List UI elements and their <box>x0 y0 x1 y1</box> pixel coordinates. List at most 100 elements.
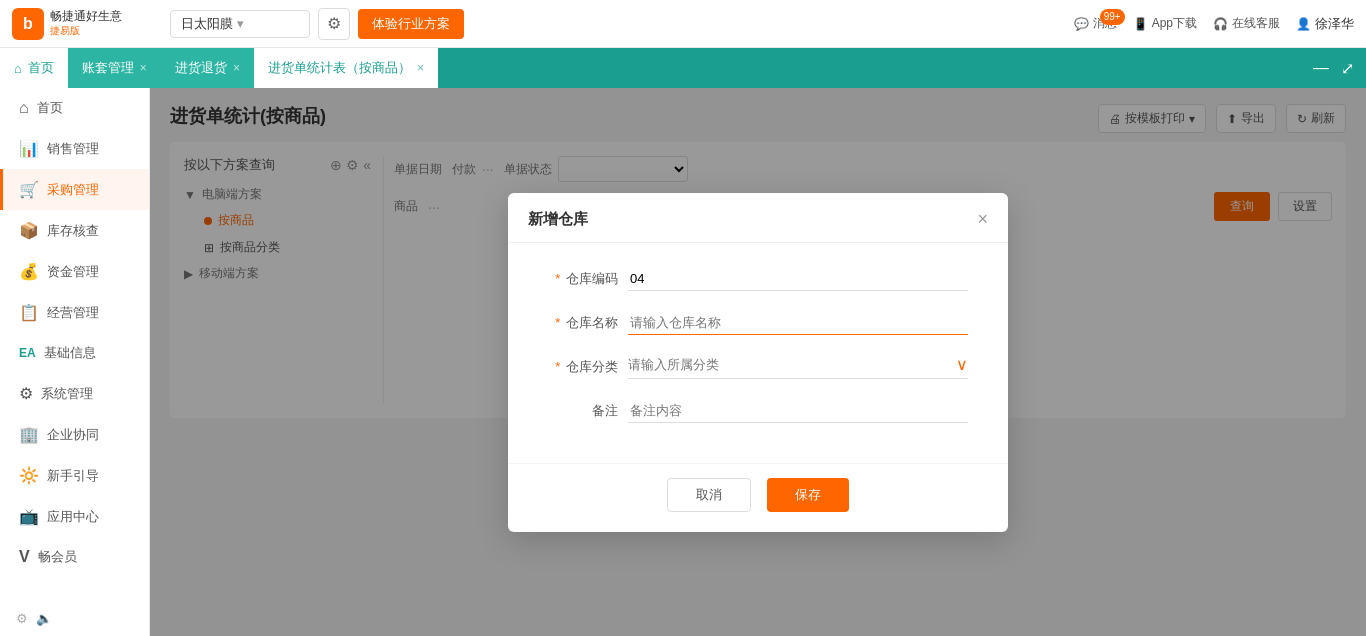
sidebar-item-purchase[interactable]: 🛒 采购管理 <box>0 169 149 210</box>
remark-label-text: 备注 <box>592 403 618 418</box>
category-required-mark: * <box>555 359 560 374</box>
sidebar-item-basic[interactable]: EA 基础信息 <box>0 333 149 373</box>
message-icon: 💬 <box>1074 17 1089 31</box>
sidebar-settings-icon: ⚙ <box>16 611 28 626</box>
tab-bar: ⌂ 首页 账套管理 × 进货退货 × 进货单统计表（按商品） × — ⤢ <box>0 48 1366 88</box>
user-name: 徐泽华 <box>1315 15 1354 33</box>
store-dropdown-arrow: ▾ <box>237 16 244 31</box>
message-badge: 99+ <box>1100 9 1125 25</box>
apps-icon: 📺 <box>19 507 39 526</box>
purchase-icon: 🛒 <box>19 180 39 199</box>
sidebar-item-member[interactable]: V 畅会员 <box>0 537 149 577</box>
name-required-mark: * <box>555 315 560 330</box>
phone-icon: 📱 <box>1133 17 1148 31</box>
home-sidebar-icon: ⌂ <box>19 99 29 117</box>
logo-area: b 畅捷通好生意 捷易版 <box>12 8 162 40</box>
add-warehouse-dialog: 新增仓库 × * 仓库编码 * <box>508 193 1008 532</box>
sidebar-item-guide-label: 新手引导 <box>47 467 99 485</box>
sidebar-item-finance-label: 资金管理 <box>47 263 99 281</box>
tab-account-label: 账套管理 <box>82 59 134 77</box>
sidebar-item-system[interactable]: ⚙ 系统管理 <box>0 373 149 414</box>
sidebar-bottom-settings[interactable]: ⚙ 🔈 <box>0 601 149 636</box>
tab-home[interactable]: ⌂ 首页 <box>0 48 68 88</box>
tab-minimize-button[interactable]: — <box>1309 55 1333 81</box>
tab-account[interactable]: 账套管理 × <box>68 48 161 88</box>
name-label-text: 仓库名称 <box>566 315 618 330</box>
dialog-body: * 仓库编码 * 仓库名称 <box>508 243 1008 463</box>
sidebar-item-home-label: 首页 <box>37 99 63 117</box>
category-label: * 仓库分类 <box>548 358 628 376</box>
trial-button[interactable]: 体验行业方案 <box>358 9 464 39</box>
category-dropdown-arrow[interactable]: ∨ <box>956 355 968 374</box>
tab-purchase-stats[interactable]: 进货单统计表（按商品） × <box>254 48 438 88</box>
sidebar-item-system-label: 系统管理 <box>41 385 93 403</box>
enterprise-icon: 🏢 <box>19 425 39 444</box>
sidebar-item-member-label: 畅会员 <box>38 548 77 566</box>
online-service-label: 在线客服 <box>1232 15 1280 32</box>
sidebar-item-enterprise[interactable]: 🏢 企业协同 <box>0 414 149 455</box>
sidebar-item-operations[interactable]: 📋 经营管理 <box>0 292 149 333</box>
category-select-row: ∨ <box>628 355 968 379</box>
app-download-label: App下载 <box>1152 15 1197 32</box>
tab-purchase-return-label: 进货退货 <box>175 59 227 77</box>
remark-label: 备注 <box>548 402 628 420</box>
tab-maximize-button[interactable]: ⤢ <box>1337 55 1358 82</box>
tab-account-close[interactable]: × <box>140 61 147 75</box>
remark-input[interactable] <box>628 399 968 423</box>
form-row-code: * 仓库编码 <box>548 267 968 291</box>
code-required-mark: * <box>555 271 560 286</box>
cancel-button[interactable]: 取消 <box>667 478 751 512</box>
category-label-text: 仓库分类 <box>566 359 618 374</box>
app-download-button[interactable]: 📱 App下载 <box>1133 15 1197 32</box>
sidebar-item-inventory-label: 库存核查 <box>47 222 99 240</box>
tab-purchase-return[interactable]: 进货退货 × <box>161 48 254 88</box>
app-logo-icon: b <box>12 8 44 40</box>
tab-right-buttons: — ⤢ <box>1309 55 1366 82</box>
category-input[interactable] <box>628 357 956 372</box>
guide-icon: 🔆 <box>19 466 39 485</box>
sidebar-item-inventory[interactable]: 📦 库存核查 <box>0 210 149 251</box>
home-icon: ⌂ <box>14 61 22 76</box>
tab-purchase-return-close[interactable]: × <box>233 61 240 75</box>
name-input[interactable] <box>628 311 968 335</box>
basic-info-icon: EA <box>19 346 36 360</box>
message-button[interactable]: 💬 消息 99+ <box>1074 15 1117 32</box>
header-right: 💬 消息 99+ 📱 App下载 🎧 在线客服 👤 徐泽华 <box>1074 15 1354 33</box>
user-menu[interactable]: 👤 徐泽华 <box>1296 15 1354 33</box>
sidebar-item-enterprise-label: 企业协同 <box>47 426 99 444</box>
user-avatar-icon: 👤 <box>1296 17 1311 31</box>
code-input[interactable] <box>628 267 968 291</box>
headset-icon: 🎧 <box>1213 17 1228 31</box>
online-service-button[interactable]: 🎧 在线客服 <box>1213 15 1280 32</box>
settings-button[interactable]: ⚙ <box>318 8 350 40</box>
logo-text: 畅捷通好生意 捷易版 <box>50 9 122 39</box>
sales-icon: 📊 <box>19 139 39 158</box>
dialog-header: 新增仓库 × <box>508 193 1008 243</box>
modal-overlay[interactable]: 新增仓库 × * 仓库编码 * <box>150 88 1366 636</box>
app-sub: 捷易版 <box>50 24 122 38</box>
sidebar-item-purchase-label: 采购管理 <box>47 181 99 199</box>
sidebar: ⌂ 首页 📊 销售管理 🛒 采购管理 📦 库存核查 💰 资金管理 📋 经营管理 … <box>0 88 150 636</box>
finance-icon: 💰 <box>19 262 39 281</box>
store-name: 日太阳膜 <box>181 15 233 33</box>
main-area: ⌂ 首页 📊 销售管理 🛒 采购管理 📦 库存核查 💰 资金管理 📋 经营管理 … <box>0 88 1366 636</box>
code-label: * 仓库编码 <box>548 270 628 288</box>
operations-icon: 📋 <box>19 303 39 322</box>
form-row-name: * 仓库名称 <box>548 311 968 335</box>
sidebar-item-sales[interactable]: 📊 销售管理 <box>0 128 149 169</box>
top-header: b 畅捷通好生意 捷易版 日太阳膜 ▾ ⚙ 体验行业方案 💬 消息 99+ 📱 … <box>0 0 1366 48</box>
tab-purchase-stats-close[interactable]: × <box>417 61 424 75</box>
tab-home-label: 首页 <box>28 59 54 77</box>
save-button[interactable]: 保存 <box>767 478 849 512</box>
store-selector[interactable]: 日太阳膜 ▾ <box>170 10 310 38</box>
sidebar-item-guide[interactable]: 🔆 新手引导 <box>0 455 149 496</box>
sidebar-item-finance[interactable]: 💰 资金管理 <box>0 251 149 292</box>
dialog-close-button[interactable]: × <box>977 209 988 230</box>
sidebar-item-apps[interactable]: 📺 应用中心 <box>0 496 149 537</box>
sidebar-item-home[interactable]: ⌂ 首页 <box>0 88 149 128</box>
member-icon: V <box>19 548 30 566</box>
inventory-icon: 📦 <box>19 221 39 240</box>
form-row-category: * 仓库分类 ∨ <box>548 355 968 379</box>
tab-purchase-stats-label: 进货单统计表（按商品） <box>268 59 411 77</box>
dialog-footer: 取消 保存 <box>508 463 1008 532</box>
